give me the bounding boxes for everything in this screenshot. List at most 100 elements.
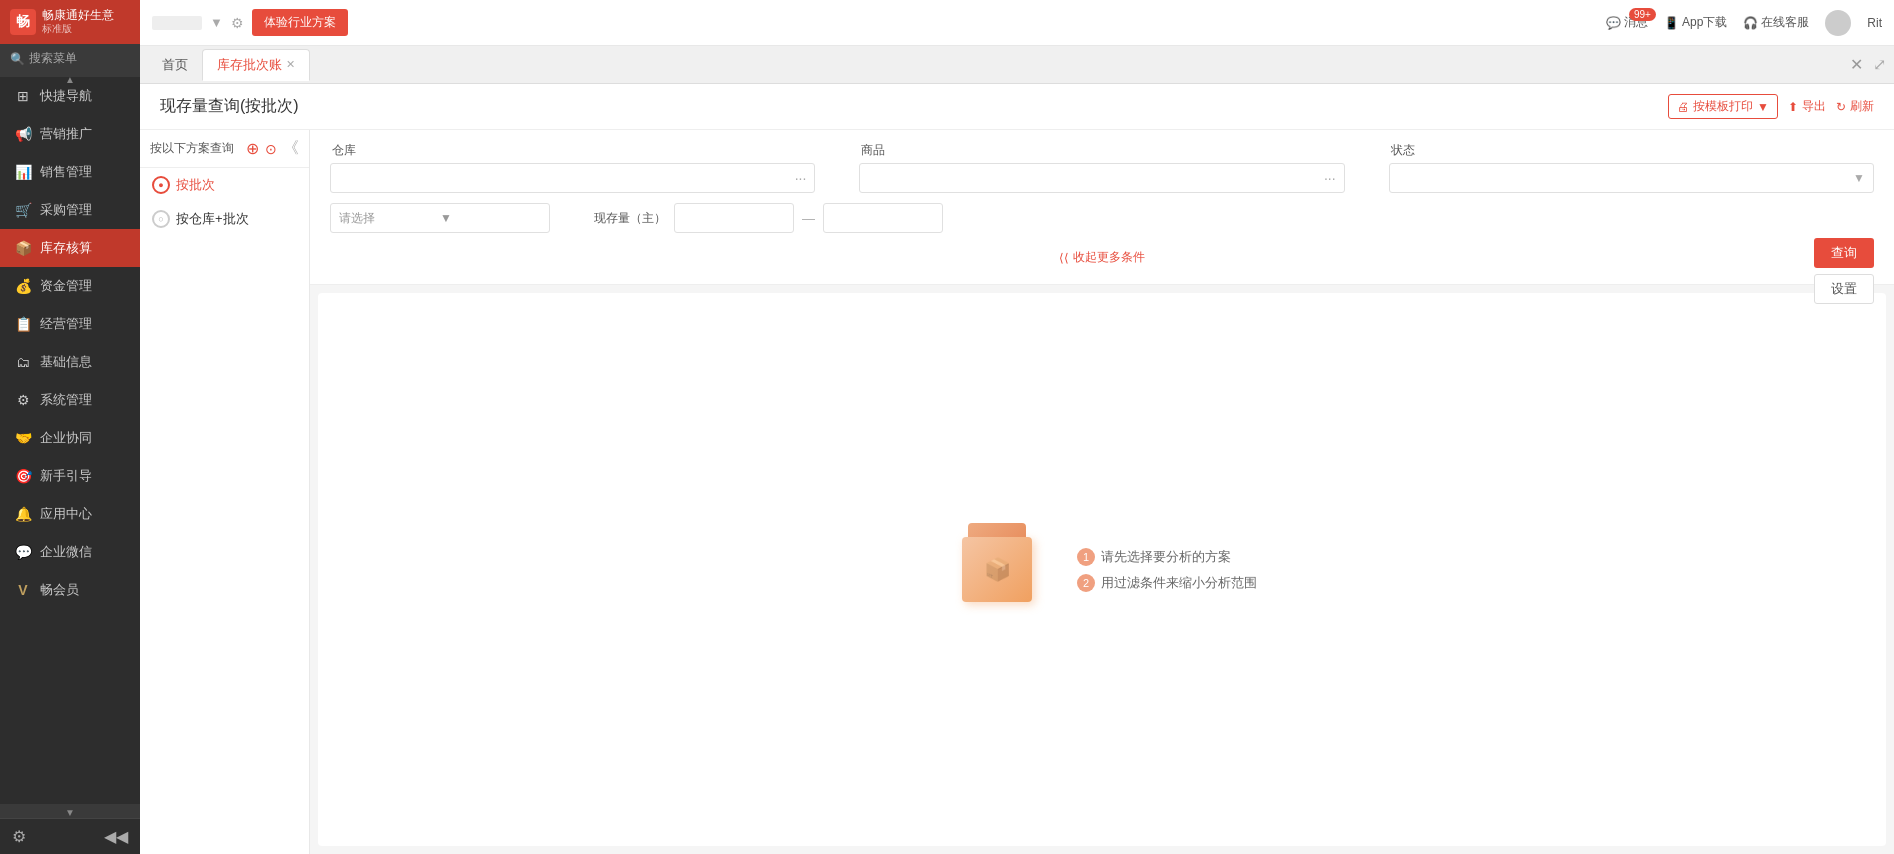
status-top-label: 状态 xyxy=(1389,142,1874,159)
refresh-label: 刷新 xyxy=(1850,98,1874,115)
industry-btn[interactable]: 体验行业方案 xyxy=(252,9,348,36)
tip-text-1: 请先选择要分析的方案 xyxy=(1101,548,1231,566)
topbar-right: 💬 消息 99+ 📱 App下载 🎧 在线客服 Rit xyxy=(1606,10,1882,36)
page-header: 现存量查询(按批次) 🖨 按模板打印 ▼ ⬆ 导出 ↻ 刷新 xyxy=(140,84,1894,130)
tabs-bar: 首页 库存批次账 ✕ ✕ ⤢ xyxy=(140,46,1894,84)
quick-nav-icon: ⊞ xyxy=(14,87,32,105)
newbie-icon: 🎯 xyxy=(14,467,32,485)
sidebar-item-system[interactable]: ⚙ 系统管理 xyxy=(0,381,140,419)
scheme-label: 按批次 xyxy=(176,176,215,194)
status-dropdown-icon[interactable]: ▼ xyxy=(1853,171,1865,185)
sidebar-search-label: 搜索菜单 xyxy=(29,50,77,67)
scheme-item-by-warehouse-batch[interactable]: ○ 按仓库+批次 xyxy=(140,202,309,236)
stock-status-select[interactable]: 请选择 ▼ xyxy=(330,203,550,233)
status-input-wrap[interactable]: ▼ xyxy=(1389,163,1874,193)
collapse-panel-icon[interactable]: 《 xyxy=(283,138,299,159)
sidebar-item-marketing[interactable]: 📢 营销推广 xyxy=(0,115,140,153)
tab-close-icon[interactable]: ✕ xyxy=(286,58,295,71)
topbar: ▼ ⚙ 体验行业方案 💬 消息 99+ 📱 App下载 🎧 在线客服 Rit xyxy=(140,0,1894,46)
warehouse-input[interactable] xyxy=(339,171,795,185)
print-icon: 🖨 xyxy=(1677,100,1689,114)
refresh-icon: ↻ xyxy=(1836,100,1846,114)
sidebar-item-inventory[interactable]: 📦 库存核算 xyxy=(0,229,140,267)
scheme-item-by-batch[interactable]: ● 按批次 xyxy=(140,168,309,202)
stock-status-dropdown-icon[interactable]: ▼ xyxy=(440,211,541,225)
config-scheme-icon[interactable]: ⊙ xyxy=(265,141,277,157)
app-download-btn[interactable]: 📱 App下载 xyxy=(1664,14,1727,31)
action-buttons: 查询 设置 xyxy=(1814,238,1874,304)
stock-quantity-min[interactable] xyxy=(674,203,794,233)
sidebar-scroll-down[interactable]: ▼ xyxy=(0,804,140,818)
warehouse-dots[interactable]: ··· xyxy=(795,170,807,186)
print-dropdown-icon[interactable]: ▼ xyxy=(1757,100,1769,114)
sidebar-item-label: 基础信息 xyxy=(40,353,92,371)
sidebar-item-collab[interactable]: 🤝 企业协同 xyxy=(0,419,140,457)
status-input[interactable] xyxy=(1398,171,1853,185)
empty-state: 📦 1 请先选择要分析的方案 2 用过滤条件来缩小分析范围 xyxy=(318,293,1886,846)
service-btn[interactable]: 🎧 在线客服 xyxy=(1743,14,1809,31)
stock-quantity-max[interactable] xyxy=(823,203,943,233)
warehouse-input-wrap[interactable]: ··· xyxy=(330,163,815,193)
system-icon: ⚙ xyxy=(14,391,32,409)
collab-icon: 🤝 xyxy=(14,429,32,447)
sidebar-header: 畅 畅康通好生意 标准版 xyxy=(0,0,140,44)
product-input-wrap[interactable]: ··· xyxy=(859,163,1344,193)
headphone-icon: 🎧 xyxy=(1743,16,1758,30)
sidebar-item-label: 新手引导 xyxy=(40,467,92,485)
sidebar-item-newbie[interactable]: 🎯 新手引导 xyxy=(0,457,140,495)
sidebar-item-member[interactable]: V 畅会员 xyxy=(0,571,140,609)
sidebar-item-sales[interactable]: 📊 销售管理 xyxy=(0,153,140,191)
empty-tip-2: 2 用过滤条件来缩小分析范围 xyxy=(1077,574,1257,592)
settings-icon[interactable]: ⚙ xyxy=(12,827,26,846)
sales-icon: 📊 xyxy=(14,163,32,181)
collapse-sidebar-icon[interactable]: ◀◀ xyxy=(104,827,128,846)
expand-icon[interactable]: ⤢ xyxy=(1873,55,1886,74)
product-dots[interactable]: ··· xyxy=(1324,170,1336,186)
print-label: 按模板打印 xyxy=(1693,98,1753,115)
inventory-icon: 📦 xyxy=(14,239,32,257)
warehouse-top-label: 仓库 xyxy=(330,142,815,159)
filter-settings-btn[interactable]: 设置 xyxy=(1814,274,1874,304)
topbar-dropdown-icon[interactable]: ▼ xyxy=(210,15,223,30)
scheme-label: 按仓库+批次 xyxy=(176,210,249,228)
tab-inventory-batch[interactable]: 库存批次账 ✕ xyxy=(202,49,310,81)
sidebar-item-appstore[interactable]: 🔔 应用中心 xyxy=(0,495,140,533)
finance-icon: 💰 xyxy=(14,277,32,295)
sidebar-footer: ⚙ ◀◀ xyxy=(0,818,140,854)
service-label: 在线客服 xyxy=(1761,14,1809,31)
topbar-left: ▼ ⚙ 体验行业方案 xyxy=(152,9,1596,36)
export-icon: ⬆ xyxy=(1788,100,1798,114)
sidebar-search[interactable]: 🔍 搜索菜单 xyxy=(0,44,140,73)
export-label: 导出 xyxy=(1802,98,1826,115)
left-panel-actions: ⊕ ⊙ 《 xyxy=(246,138,299,159)
avatar[interactable] xyxy=(1825,10,1851,36)
tab-home[interactable]: 首页 xyxy=(148,50,202,80)
topbar-gear-icon[interactable]: ⚙ xyxy=(231,15,244,31)
search-icon: 🔍 xyxy=(10,52,25,66)
filter-row-1: ··· ··· xyxy=(330,163,1874,193)
sidebar-item-basic[interactable]: 🗂 基础信息 xyxy=(0,343,140,381)
app-label: App下载 xyxy=(1682,14,1727,31)
filter-area: 仓库 商品 状态 ··· xyxy=(310,130,1894,285)
app-title: 畅康通好生意 xyxy=(42,8,114,22)
sidebar-item-label: 畅会员 xyxy=(40,581,79,599)
empty-tips: 1 请先选择要分析的方案 2 用过滤条件来缩小分析范围 xyxy=(1077,548,1257,592)
messages-btn[interactable]: 💬 消息 99+ xyxy=(1606,14,1648,31)
basic-icon: 🗂 xyxy=(14,353,32,371)
tip-text-2: 用过滤条件来缩小分析范围 xyxy=(1101,574,1257,592)
stock-quantity-label: 现存量（主） xyxy=(594,210,666,227)
operation-icon: 📋 xyxy=(14,315,32,333)
print-btn[interactable]: 🖨 按模板打印 ▼ xyxy=(1668,94,1778,119)
query-btn[interactable]: 查询 xyxy=(1814,238,1874,268)
product-input[interactable] xyxy=(868,171,1324,185)
sidebar-item-wechat[interactable]: 💬 企业微信 xyxy=(0,533,140,571)
collapse-filters-btn[interactable]: ⟨⟨ 收起更多条件 xyxy=(330,243,1874,272)
refresh-btn[interactable]: ↻ 刷新 xyxy=(1836,98,1874,115)
sidebar-item-operation[interactable]: 📋 经营管理 xyxy=(0,305,140,343)
close-tab-icon[interactable]: ✕ xyxy=(1850,55,1863,74)
export-btn[interactable]: ⬆ 导出 xyxy=(1788,98,1826,115)
add-scheme-icon[interactable]: ⊕ xyxy=(246,139,259,158)
sidebar-item-quick-nav[interactable]: ⊞ 快捷导航 xyxy=(0,77,140,115)
sidebar-item-finance[interactable]: 💰 资金管理 xyxy=(0,267,140,305)
sidebar-item-purchase[interactable]: 🛒 采购管理 xyxy=(0,191,140,229)
